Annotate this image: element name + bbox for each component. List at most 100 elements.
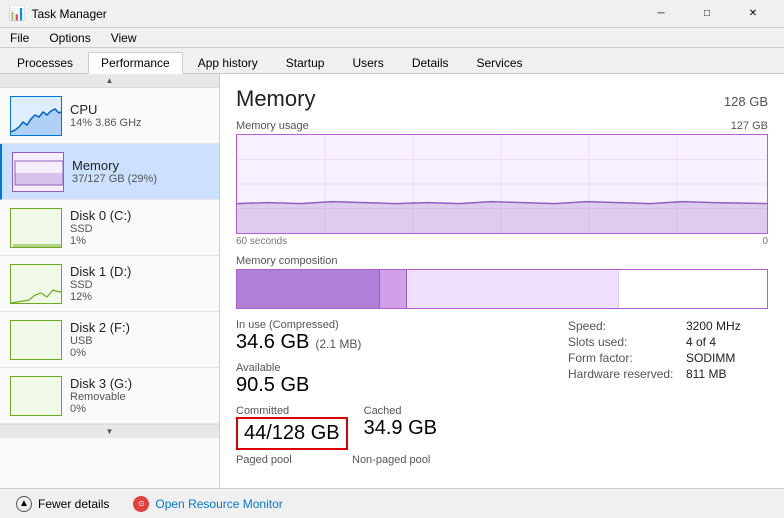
non-paged-pool-label: Non-paged pool (352, 454, 430, 466)
comp-modified (380, 270, 407, 308)
disk3-sub2: 0% (70, 403, 209, 415)
committed-value: 44/128 GB (244, 422, 340, 444)
composition-chart-section: Memory composition (236, 255, 768, 309)
speed-row: Speed: 3200 MHz (568, 319, 768, 333)
chart-time-labels: 60 seconds 0 (236, 236, 768, 247)
disk1-graph (10, 264, 62, 304)
tab-app-history[interactable]: App history (185, 51, 271, 73)
disk1-sub2: 12% (70, 291, 209, 303)
stats-section: In use (Compressed) 34.6 GB (2.1 MB) Ava… (236, 319, 768, 466)
comp-in-use (237, 270, 380, 308)
app-title: Task Manager (31, 7, 106, 21)
in-use-block: In use (Compressed) 34.6 GB (2.1 MB) (236, 319, 552, 354)
tab-processes[interactable]: Processes (4, 51, 86, 73)
cpu-name: CPU (70, 102, 209, 117)
disk1-sub1: SSD (70, 279, 209, 291)
cached-block: Cached 34.9 GB (364, 405, 437, 450)
memory-sub: 37/127 GB (29%) (72, 173, 209, 185)
left-item-disk0[interactable]: Disk 0 (C:) SSD 1% (0, 200, 219, 256)
left-item-cpu[interactable]: CPU 14% 3.86 GHz (0, 88, 219, 144)
tab-details[interactable]: Details (399, 51, 462, 73)
resource-monitor-link[interactable]: Open Resource Monitor (155, 497, 282, 511)
disk3-graph (10, 376, 62, 416)
menu-view[interactable]: View (105, 29, 143, 47)
main-content: ▲ CPU 14% 3.86 GHz (0, 74, 784, 488)
slots-value: 4 of 4 (686, 335, 716, 349)
title-bar-left: 📊 Task Manager (8, 5, 638, 22)
left-item-memory[interactable]: Memory 37/127 GB (29%) (0, 144, 219, 200)
comp-free (619, 270, 767, 308)
fewer-details-button[interactable]: ▲ Fewer details (12, 494, 113, 514)
menu-file[interactable]: File (4, 29, 35, 47)
hw-reserved-label: Hardware reserved: (568, 367, 678, 381)
usage-chart-right: 127 GB (731, 120, 768, 132)
disk3-sub1: Removable (70, 391, 209, 403)
cpu-graph (10, 96, 62, 136)
cpu-sub: 14% 3.86 GHz (70, 117, 209, 129)
tab-startup[interactable]: Startup (273, 51, 338, 73)
left-item-disk1[interactable]: Disk 1 (D:) SSD 12% (0, 256, 219, 312)
minimize-button[interactable]: ─ (638, 0, 684, 28)
form-factor-row: Form factor: SODIMM (568, 351, 768, 365)
speed-value: 3200 MHz (686, 319, 741, 333)
non-paged-pool-label-block: Non-paged pool (352, 454, 430, 466)
pool-labels-row: Paged pool Non-paged pool (236, 454, 552, 466)
form-factor-value: SODIMM (686, 351, 735, 365)
disk0-info: Disk 0 (C:) SSD 1% (70, 208, 209, 247)
in-use-sub: (2.1 MB) (315, 337, 361, 351)
tab-users[interactable]: Users (339, 51, 396, 73)
paged-pool-label-block: Paged pool (236, 454, 336, 466)
maximize-button[interactable]: □ (684, 0, 730, 28)
usage-chart-label-row: Memory usage 127 GB (236, 120, 768, 132)
committed-label: Committed (236, 405, 348, 417)
right-panel: Memory 128 GB Memory usage 127 GB (220, 74, 784, 488)
composition-label: Memory composition (236, 255, 337, 267)
app-icon: 📊 (8, 5, 25, 22)
in-use-label: In use (Compressed) (236, 319, 552, 331)
usage-chart-section: Memory usage 127 GB (236, 120, 768, 247)
memory-info: Memory 37/127 GB (29%) (72, 158, 209, 185)
left-panel: ▲ CPU 14% 3.86 GHz (0, 74, 220, 488)
menu-options[interactable]: Options (43, 29, 96, 47)
fewer-details-icon: ▲ (16, 496, 32, 512)
close-button[interactable]: ✕ (730, 0, 776, 28)
slots-row: Slots used: 4 of 4 (568, 335, 768, 349)
resource-monitor-icon: ⊙ (133, 496, 149, 512)
composition-label-row: Memory composition (236, 255, 768, 267)
title-bar: 📊 Task Manager ─ □ ✕ (0, 0, 784, 28)
committed-highlight: 44/128 GB (236, 417, 348, 450)
form-factor-label: Form factor: (568, 351, 678, 365)
hw-reserved-row: Hardware reserved: 811 MB (568, 367, 768, 381)
stats-left: In use (Compressed) 34.6 GB (2.1 MB) Ava… (236, 319, 552, 466)
disk2-sub2: 0% (70, 347, 209, 359)
available-block: Available 90.5 GB (236, 362, 552, 397)
scroll-down-arrow[interactable]: ▼ (0, 424, 219, 438)
tab-services[interactable]: Services (464, 51, 536, 73)
paged-pool-label: Paged pool (236, 454, 336, 466)
scroll-up-arrow[interactable]: ▲ (0, 74, 219, 88)
tabs-bar: Processes Performance App history Startu… (0, 48, 784, 74)
disk0-name: Disk 0 (C:) (70, 208, 209, 223)
available-label: Available (236, 362, 552, 374)
memory-title: Memory (236, 86, 315, 112)
title-bar-controls: ─ □ ✕ (638, 0, 776, 28)
disk2-name: Disk 2 (F:) (70, 320, 209, 335)
cpu-info: CPU 14% 3.86 GHz (70, 102, 209, 129)
cached-label: Cached (364, 405, 437, 417)
open-resource-monitor-button[interactable]: ⊙ Open Resource Monitor (129, 494, 286, 514)
memory-graph-mini (12, 152, 64, 192)
memory-total: 128 GB (724, 94, 768, 109)
left-item-disk3[interactable]: Disk 3 (G:) Removable 0% (0, 368, 219, 424)
disk0-sub1: SSD (70, 223, 209, 235)
comp-standby (407, 270, 619, 308)
time-right: 0 (762, 236, 768, 247)
tab-performance[interactable]: Performance (88, 52, 183, 74)
left-item-disk2[interactable]: Disk 2 (F:) USB 0% (0, 312, 219, 368)
composition-chart (236, 269, 768, 309)
usage-chart-label: Memory usage (236, 120, 309, 132)
bottom-bar: ▲ Fewer details ⊙ Open Resource Monitor (0, 488, 784, 518)
hw-reserved-value: 811 MB (686, 367, 726, 381)
disk2-sub1: USB (70, 335, 209, 347)
disk0-sub2: 1% (70, 235, 209, 247)
disk1-name: Disk 1 (D:) (70, 264, 209, 279)
